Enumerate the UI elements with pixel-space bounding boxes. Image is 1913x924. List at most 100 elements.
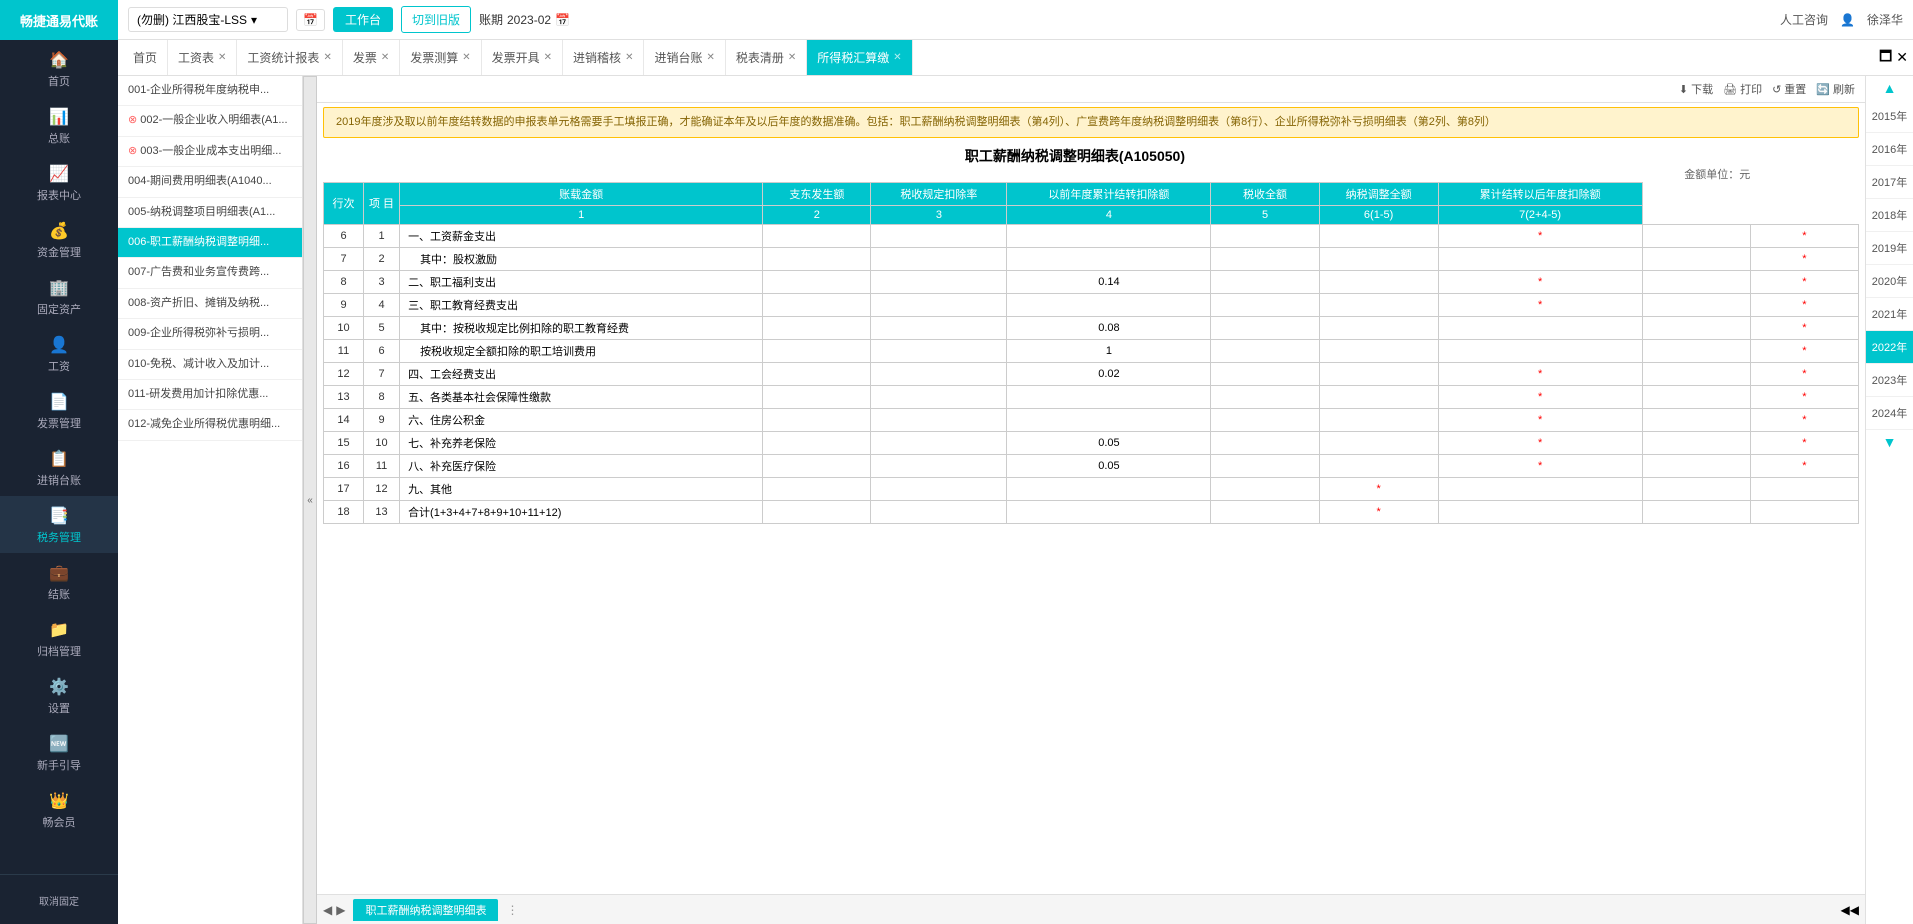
row-c5[interactable] [1319, 247, 1438, 270]
row-c8[interactable]: * [1750, 362, 1858, 385]
row-c8[interactable] [1750, 477, 1858, 500]
row-label[interactable]: 八、补充医疗保险 [400, 454, 763, 477]
workspace-button[interactable]: 工作台 [333, 7, 393, 32]
row-c1[interactable] [763, 247, 871, 270]
calendar-button[interactable]: 📅 [296, 9, 325, 31]
tab-invoice-calc-close[interactable]: ✕ [462, 52, 470, 63]
row-c5[interactable] [1319, 270, 1438, 293]
list-item-010[interactable]: 010-免税、减计收入及加计... [118, 350, 302, 380]
tab-restore-icon[interactable]: 🗖 [1879, 46, 1892, 70]
sidebar-item-member[interactable]: 👑 畅会员 [0, 781, 118, 838]
company-selector[interactable]: (勿删) 江西股宝-LSS ▾ [128, 7, 288, 32]
row-c3[interactable] [1007, 408, 1211, 431]
year-2019[interactable]: 2019年 [1866, 232, 1913, 265]
row-label[interactable]: 二、职工福利支出 [400, 270, 763, 293]
sidebar-item-close-period[interactable]: 💼 结账 [0, 553, 118, 610]
row-c2[interactable] [871, 408, 1007, 431]
row-c6[interactable]: * [1438, 385, 1642, 408]
row-c6[interactable] [1438, 500, 1642, 523]
sidebar-item-tax[interactable]: 📑 税务管理 [0, 496, 118, 553]
row-c6[interactable]: * [1438, 408, 1642, 431]
year-down-button[interactable]: ▼ [1879, 430, 1901, 454]
row-c1[interactable] [763, 270, 871, 293]
row-c3[interactable] [1007, 385, 1211, 408]
list-item-009[interactable]: 009-企业所得税弥补亏损明... [118, 319, 302, 349]
row-c2[interactable] [871, 454, 1007, 477]
row-c2[interactable] [871, 316, 1007, 339]
tab-audit-close[interactable]: ✕ [625, 52, 633, 63]
table-container[interactable]: 职工薪酬纳税调整明细表(A105050) 金额单位：元 行次 项 目 账载金额 … [317, 142, 1865, 895]
tab-ledger-close[interactable]: ✕ [706, 52, 714, 63]
row-c4[interactable] [1211, 270, 1319, 293]
year-2015[interactable]: 2015年 [1866, 100, 1913, 133]
year-2022[interactable]: 2022年 [1866, 331, 1913, 364]
row-c1[interactable] [763, 408, 871, 431]
row-c8[interactable]: * [1750, 454, 1858, 477]
tab-income-tax-close[interactable]: ✕ [893, 52, 901, 63]
row-c1[interactable] [763, 477, 871, 500]
list-item-001[interactable]: 001-企业所得税年度纳税申... [118, 76, 302, 106]
download-button[interactable]: ⬇ 下载 [1679, 81, 1713, 97]
year-2024[interactable]: 2024年 [1866, 397, 1913, 430]
row-c7[interactable] [1642, 224, 1750, 247]
row-c1[interactable] [763, 362, 871, 385]
year-2018[interactable]: 2018年 [1866, 199, 1913, 232]
row-label[interactable]: 七、补充养老保险 [400, 431, 763, 454]
bottom-scroll-bar[interactable]: ◀◀ [1841, 903, 1859, 917]
row-c5[interactable] [1319, 362, 1438, 385]
row-c2[interactable] [871, 362, 1007, 385]
row-c8[interactable]: * [1750, 270, 1858, 293]
row-c2[interactable] [871, 385, 1007, 408]
row-c2[interactable] [871, 270, 1007, 293]
row-c4[interactable] [1211, 293, 1319, 316]
list-item-003[interactable]: ⊗003-一般企业成本支出明细... [118, 137, 302, 167]
row-c6[interactable]: * [1438, 454, 1642, 477]
row-c4[interactable] [1211, 385, 1319, 408]
row-c6[interactable]: * [1438, 431, 1642, 454]
tab-audit[interactable]: 进销稽核 ✕ [563, 40, 644, 76]
sidebar-item-capital[interactable]: 💰 资金管理 [0, 211, 118, 268]
row-c6[interactable] [1438, 316, 1642, 339]
scroll-right-icon[interactable]: ▶ [336, 903, 345, 917]
row-c4[interactable] [1211, 408, 1319, 431]
row-c7[interactable] [1642, 408, 1750, 431]
row-c7[interactable] [1642, 477, 1750, 500]
row-c8[interactable]: * [1750, 247, 1858, 270]
row-c2[interactable] [871, 500, 1007, 523]
row-c2[interactable] [871, 224, 1007, 247]
row-c3[interactable] [1007, 247, 1211, 270]
row-c3[interactable]: 0.14 [1007, 270, 1211, 293]
year-2020[interactable]: 2020年 [1866, 265, 1913, 298]
row-label[interactable]: 合计(1+3+4+7+8+9+10+11+12) [400, 500, 763, 523]
year-up-button[interactable]: ▲ [1879, 76, 1901, 100]
row-c2[interactable] [871, 339, 1007, 362]
row-c3[interactable]: 0.02 [1007, 362, 1211, 385]
row-c5[interactable] [1319, 339, 1438, 362]
row-c4[interactable] [1211, 454, 1319, 477]
row-c3[interactable]: 0.05 [1007, 454, 1211, 477]
row-c8[interactable]: * [1750, 316, 1858, 339]
row-c4[interactable] [1211, 224, 1319, 247]
row-c3[interactable] [1007, 293, 1211, 316]
row-c6[interactable]: * [1438, 293, 1642, 316]
sheet-tab-label[interactable]: 职工薪酬纳税调整明细表 [353, 899, 498, 921]
period-calendar-icon[interactable]: 📅 [555, 13, 570, 27]
reset-button[interactable]: ↺ 重置 [1772, 81, 1806, 97]
row-c1[interactable] [763, 316, 871, 339]
row-c1[interactable] [763, 293, 871, 316]
tab-tax-book[interactable]: 税表清册 ✕ [726, 40, 807, 76]
tab-income-tax[interactable]: 所得税汇算缴 ✕ [807, 40, 912, 76]
row-label[interactable]: 其中：股权激励 [400, 247, 763, 270]
row-c1[interactable] [763, 224, 871, 247]
row-c5[interactable] [1319, 316, 1438, 339]
row-c8[interactable] [1750, 500, 1858, 523]
row-c7[interactable] [1642, 500, 1750, 523]
tab-tax-book-close[interactable]: ✕ [788, 52, 796, 63]
row-c5[interactable] [1319, 293, 1438, 316]
row-c7[interactable] [1642, 454, 1750, 477]
row-c6[interactable]: * [1438, 270, 1642, 293]
row-label[interactable]: 四、工会经费支出 [400, 362, 763, 385]
row-c7[interactable] [1642, 316, 1750, 339]
tab-payroll-stats[interactable]: 工资统计报表 ✕ [237, 40, 342, 76]
row-label[interactable]: 三、职工教育经费支出 [400, 293, 763, 316]
